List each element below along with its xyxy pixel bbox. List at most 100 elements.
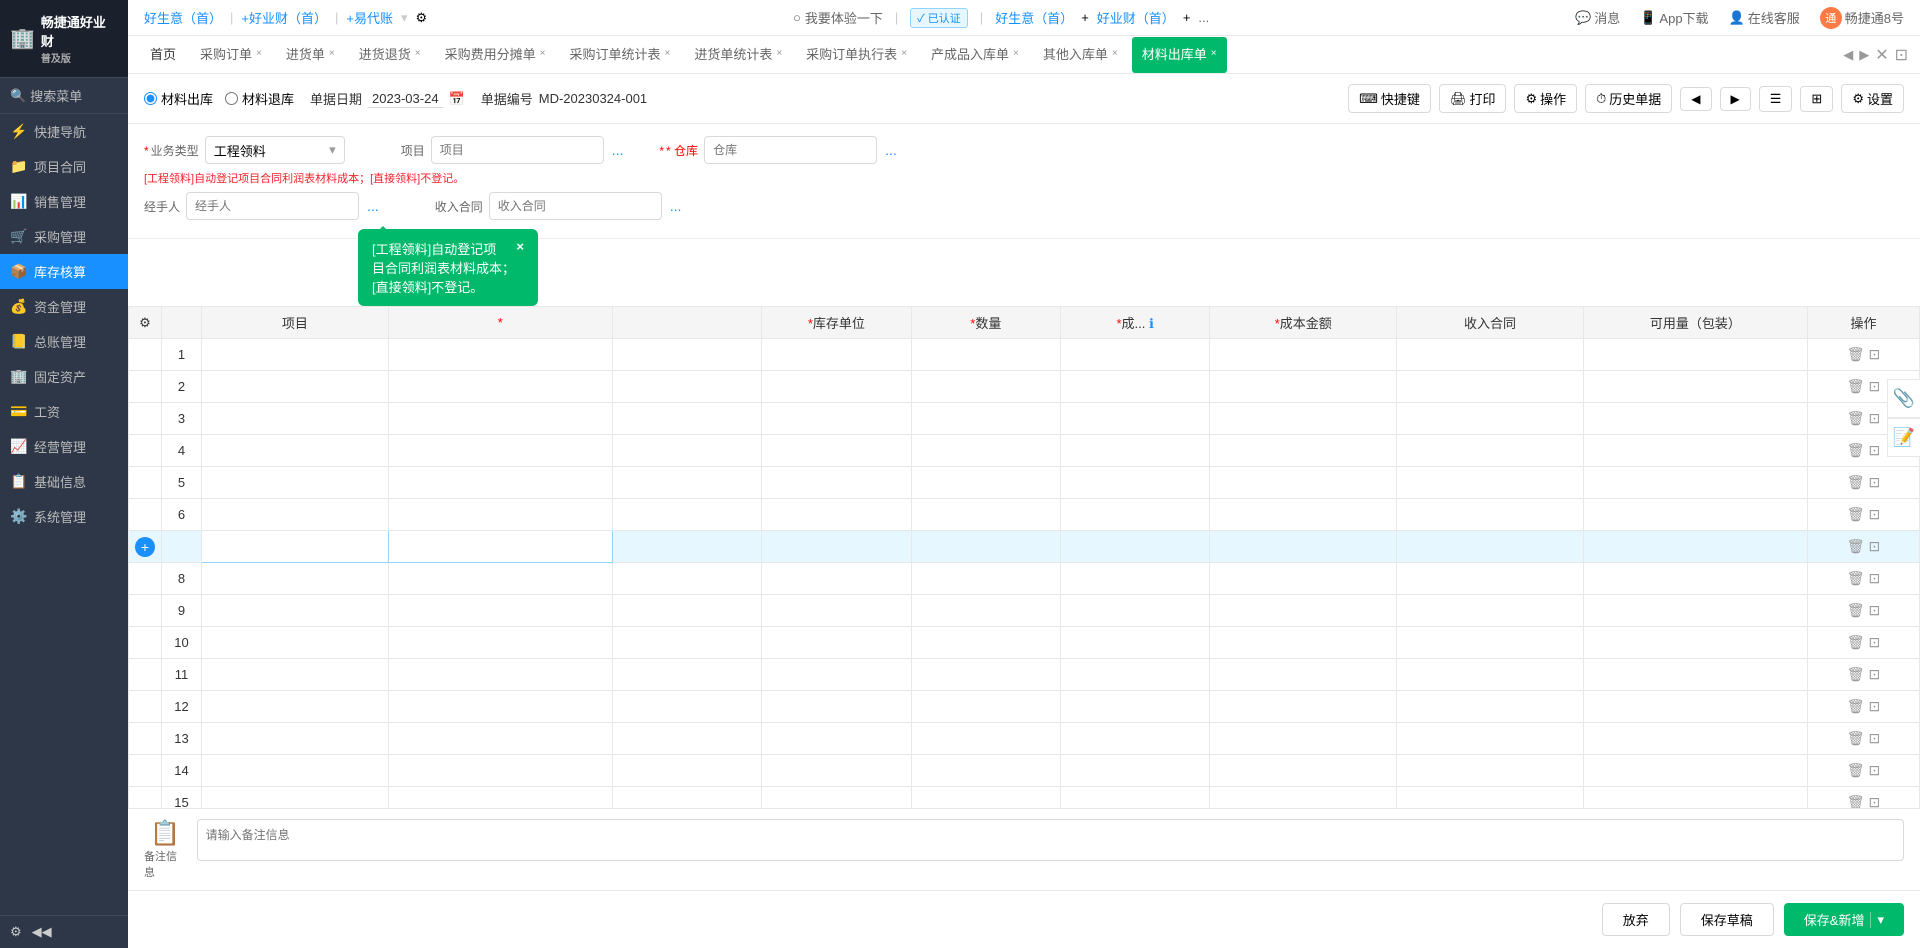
delete-row-btn[interactable]: 🗑: [1847, 698, 1865, 715]
copy-row-btn[interactable]: ⊡: [1868, 410, 1880, 427]
row-unit-cell[interactable]: [762, 339, 911, 371]
operations-btn[interactable]: ⚙ 操作: [1514, 84, 1577, 113]
table-view-btn[interactable]: ☰: [1759, 86, 1793, 112]
tab-incoming-close[interactable]: ×: [329, 48, 335, 59]
cost-info-icon[interactable]: ℹ: [1149, 316, 1154, 331]
card-view-btn[interactable]: ⊞: [1800, 86, 1833, 112]
warehouse-input[interactable]: [704, 136, 877, 164]
delete-row-btn[interactable]: 🗑: [1847, 346, 1865, 363]
delete-row-btn[interactable]: 🗑: [1847, 762, 1865, 779]
row-spec-cell[interactable]: [612, 339, 761, 371]
row-income-cell[interactable]: [1397, 339, 1584, 371]
row-cost-cell[interactable]: [1060, 339, 1209, 371]
row-cost-amount-cell[interactable]: [1210, 339, 1397, 371]
copy-row-btn[interactable]: ⊡: [1868, 730, 1880, 747]
sidebar-item-system[interactable]: ⚙️ 系统管理: [0, 499, 128, 534]
copy-row-btn[interactable]: ⊡: [1868, 474, 1880, 491]
delete-row-btn[interactable]: 🗑: [1847, 474, 1865, 491]
copy-row-btn[interactable]: ⊡: [1868, 506, 1880, 523]
income-contract-dots-btn[interactable]: ...: [670, 198, 682, 214]
more-apps-link[interactable]: ...: [1198, 10, 1209, 25]
row-available-cell[interactable]: [1583, 339, 1807, 371]
app-download-btn[interactable]: 📱 App下载: [1640, 8, 1708, 27]
tab-incoming-stats-close[interactable]: ×: [776, 48, 782, 59]
tab-purchase-stats-close[interactable]: ×: [664, 48, 670, 59]
row-project-cell[interactable]: [202, 339, 389, 371]
copy-row-btn[interactable]: ⊡: [1868, 634, 1880, 651]
tab-material-out-close[interactable]: ×: [1211, 48, 1217, 59]
doc-date-value[interactable]: 2023-03-24: [368, 90, 443, 108]
sidebar-search-menu[interactable]: 🔍 搜索菜单: [0, 78, 128, 114]
sidebar-item-sales[interactable]: 📊 销售管理: [0, 184, 128, 219]
good-business-2[interactable]: 好生意（首）: [995, 8, 1073, 27]
save-new-btn[interactable]: 保存&新增 ▾: [1784, 903, 1904, 936]
tab-material-out[interactable]: 材料出库单 ×: [1132, 37, 1227, 73]
tab-incoming[interactable]: 进货单 ×: [276, 37, 345, 73]
delete-row-btn[interactable]: 🗑: [1847, 442, 1865, 459]
tab-purchase-exec[interactable]: 采购订单执行表 ×: [796, 37, 917, 73]
history-btn[interactable]: ⏱ 历史单据: [1585, 84, 1672, 113]
shortcut-key-btn[interactable]: ⌨ 快捷键: [1348, 84, 1431, 113]
tab-nav-next[interactable]: ▶: [1859, 47, 1869, 63]
copy-row-btn[interactable]: ⊡: [1868, 442, 1880, 459]
copy-row-btn[interactable]: ⊡: [1868, 762, 1880, 779]
tab-other-in[interactable]: 其他入库单 ×: [1033, 37, 1128, 73]
tab-purchase-exec-close[interactable]: ×: [901, 48, 907, 59]
delete-row-btn[interactable]: 🗑: [1847, 666, 1865, 683]
business-type-select[interactable]: 工程领料 ▾: [205, 136, 345, 164]
radio-material-return[interactable]: 材料退库: [225, 89, 294, 108]
good-finance-2[interactable]: 好业财（首）: [1097, 8, 1175, 27]
settings-bottom-icon[interactable]: ⚙: [10, 924, 22, 940]
copy-row-btn[interactable]: ⊡: [1868, 378, 1880, 395]
delete-row-btn[interactable]: 🗑: [1847, 602, 1865, 619]
tab-other-in-close[interactable]: ×: [1112, 48, 1118, 59]
sidebar-item-project[interactable]: 📁 项目合同: [0, 149, 128, 184]
handler-dots-btn[interactable]: ...: [367, 198, 379, 214]
copy-row-btn[interactable]: ⊡: [1868, 794, 1880, 808]
warehouse-dots-btn[interactable]: ...: [885, 142, 897, 158]
tab-purchase-fee[interactable]: 采购费用分摊单 ×: [435, 37, 556, 73]
next-doc-btn[interactable]: ▶: [1720, 87, 1751, 111]
save-new-dropdown-icon[interactable]: ▾: [1870, 912, 1884, 928]
online-service-btn[interactable]: 👤 在线客服: [1729, 8, 1800, 27]
right-panel-btn-2[interactable]: 📝: [1887, 418, 1920, 457]
tab-product-in[interactable]: 产成品入库单 ×: [921, 37, 1029, 73]
copy-row-btn[interactable]: ⊡: [1868, 666, 1880, 683]
column-settings-icon[interactable]: ⚙: [139, 315, 151, 330]
good-business-link[interactable]: 好生意（首）: [144, 8, 222, 27]
sidebar-item-assets[interactable]: 🏢 固定资产: [0, 359, 128, 394]
tooltip-close-btn[interactable]: ×: [516, 239, 524, 254]
collapse-icon[interactable]: ◀◀: [32, 924, 52, 940]
copy-row-btn[interactable]: ⊡: [1868, 538, 1880, 555]
page-settings-btn[interactable]: ⚙ 设置: [1841, 84, 1904, 113]
tab-purchase-fee-close[interactable]: ×: [540, 48, 546, 59]
discard-btn[interactable]: 放弃: [1602, 903, 1670, 936]
sidebar-item-salary[interactable]: 💳 工资: [0, 394, 128, 429]
easy-agent-link[interactable]: +易代账: [346, 8, 393, 27]
sidebar-item-inventory[interactable]: 📦 库存核算: [0, 254, 128, 289]
delete-row-btn[interactable]: 🗑: [1847, 378, 1865, 395]
delete-row-btn[interactable]: 🗑: [1847, 410, 1865, 427]
delete-row-btn[interactable]: 🗑: [1847, 794, 1865, 808]
save-draft-btn[interactable]: 保存草稿: [1680, 903, 1774, 936]
copy-row-btn[interactable]: ⊡: [1868, 698, 1880, 715]
window-expand-btn[interactable]: ⊡: [1895, 45, 1908, 65]
tab-purchase-order[interactable]: 采购订单 ×: [190, 37, 272, 73]
tab-purchase-stats[interactable]: 采购订单统计表 ×: [559, 37, 680, 73]
delete-row-btn[interactable]: 🗑: [1847, 506, 1865, 523]
delete-row-btn[interactable]: 🗑: [1847, 570, 1865, 587]
handler-input[interactable]: [186, 192, 359, 220]
tab-incoming-return[interactable]: 进货退货 ×: [349, 37, 431, 73]
message-btn[interactable]: 💬 消息: [1575, 8, 1620, 27]
calendar-icon[interactable]: 📅: [449, 91, 465, 107]
tab-home[interactable]: 首页: [140, 37, 186, 73]
delete-row-btn[interactable]: 🗑: [1847, 730, 1865, 747]
user-avatar-btn[interactable]: 通 畅捷通8号: [1820, 7, 1904, 29]
right-panel-btn-1[interactable]: 📎: [1887, 379, 1920, 418]
prev-doc-btn[interactable]: ◀: [1680, 87, 1711, 111]
project-dots-btn[interactable]: ...: [612, 142, 624, 158]
sidebar-item-purchase[interactable]: 🛒 采购管理: [0, 219, 128, 254]
experience-link[interactable]: ○ 我要体验一下: [793, 8, 883, 27]
sidebar-item-accounting[interactable]: 📒 总账管理: [0, 324, 128, 359]
tab-incoming-return-close[interactable]: ×: [415, 48, 421, 59]
